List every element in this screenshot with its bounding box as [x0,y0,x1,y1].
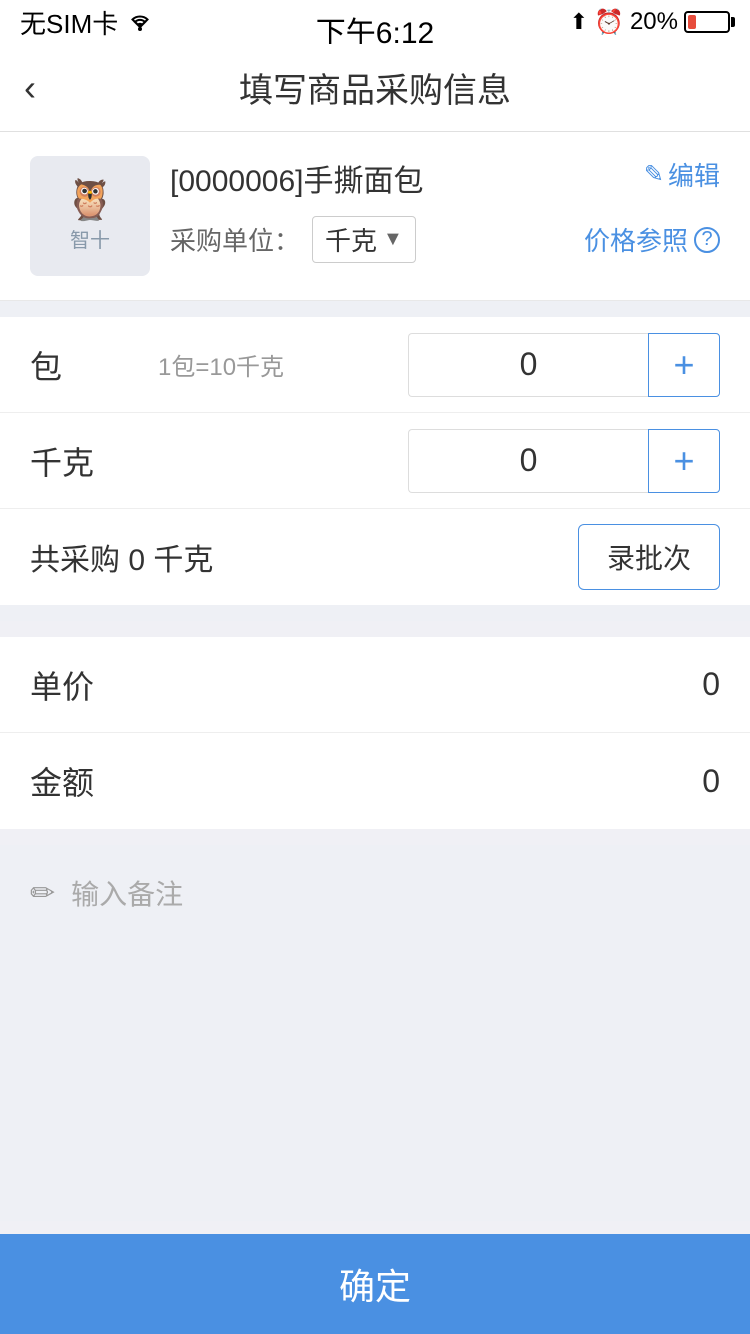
product-image-label: 智十 [70,224,110,253]
bag-input-section: 包 1包=10千克 + 千克 + [0,317,750,509]
kg-input-row: 千克 + [0,413,750,509]
back-button[interactable]: ‹ [24,67,36,109]
carrier-text: 无SIM卡 [20,4,118,41]
battery-icon [684,11,730,33]
location-icon: ⬆ [570,9,588,35]
bag-input-right: + [408,333,720,397]
nav-bar: ‹ 填写商品采购信息 [0,44,750,132]
confirm-button[interactable]: 确定 [0,1234,750,1334]
battery-percent: 20% [630,8,678,36]
amount-row: 金额 0 [0,733,750,829]
kg-quantity-input[interactable] [408,429,648,493]
summary-row: 共采购 0 千克 录批次 [0,509,750,605]
question-icon: ? [694,227,720,253]
amount-value: 0 [702,763,720,800]
unit-label: 采购单位： [170,221,300,258]
bag-sublabel: 1包=10千克 [158,347,284,382]
unit-price-label: 单价 [30,662,94,708]
unit-select[interactable]: 千克 ▼ [312,216,416,263]
product-image: 🦉 智十 [30,156,150,276]
kg-input-right: + [408,429,720,493]
price-reference-button[interactable]: 价格参照 ? [584,221,720,258]
product-card: 🦉 智十 [0000006]手撕面包 ✎ 编辑 采购单位： 千克 ▼ 价格参照 … [0,132,750,301]
separator-2 [0,605,750,621]
wifi-icon [126,7,154,38]
separator-1 [0,301,750,317]
pencil-icon: ✏ [30,876,55,911]
edit-button[interactable]: ✎ 编辑 [644,156,720,193]
alarm-icon: ⏰ [594,8,624,37]
notes-section[interactable]: ✏ 输入备注 [0,845,750,941]
summary-text: 共采购 0 千克 [30,535,213,579]
bag-input-row: 包 1包=10千克 + [0,317,750,413]
notes-placeholder: 输入备注 [71,873,183,913]
product-name: [0000006]手撕面包 [170,156,423,200]
page-title: 填写商品采购信息 [239,63,511,112]
product-info: [0000006]手撕面包 ✎ 编辑 采购单位： 千克 ▼ 价格参照 ? [170,156,720,263]
kg-label: 千克 [30,438,150,484]
unit-value: 千克 [325,221,377,258]
price-section: 单价 0 金额 0 [0,637,750,829]
unit-price-value: 0 [702,666,720,703]
bag-plus-button[interactable]: + [648,333,720,397]
product-logo-icon: 🦉 [65,180,115,220]
chevron-down-icon: ▼ [383,228,403,251]
status-bar: 无SIM卡 下午6:12 ⬆ ⏰ 20% [0,0,750,44]
bag-label: 包 [30,342,150,388]
bag-quantity-input[interactable] [408,333,648,397]
product-unit-row: 采购单位： 千克 ▼ 价格参照 ? [170,216,720,263]
amount-label: 金额 [30,758,94,804]
status-right: ⬆ ⏰ 20% [570,8,730,37]
content-area [0,941,750,1221]
product-header: [0000006]手撕面包 ✎ 编辑 [170,156,720,200]
unit-price-row: 单价 0 [0,637,750,733]
status-left: 无SIM卡 [20,4,154,41]
batch-button[interactable]: 录批次 [578,524,720,590]
kg-plus-button[interactable]: + [648,429,720,493]
edit-icon: ✎ [644,160,664,189]
